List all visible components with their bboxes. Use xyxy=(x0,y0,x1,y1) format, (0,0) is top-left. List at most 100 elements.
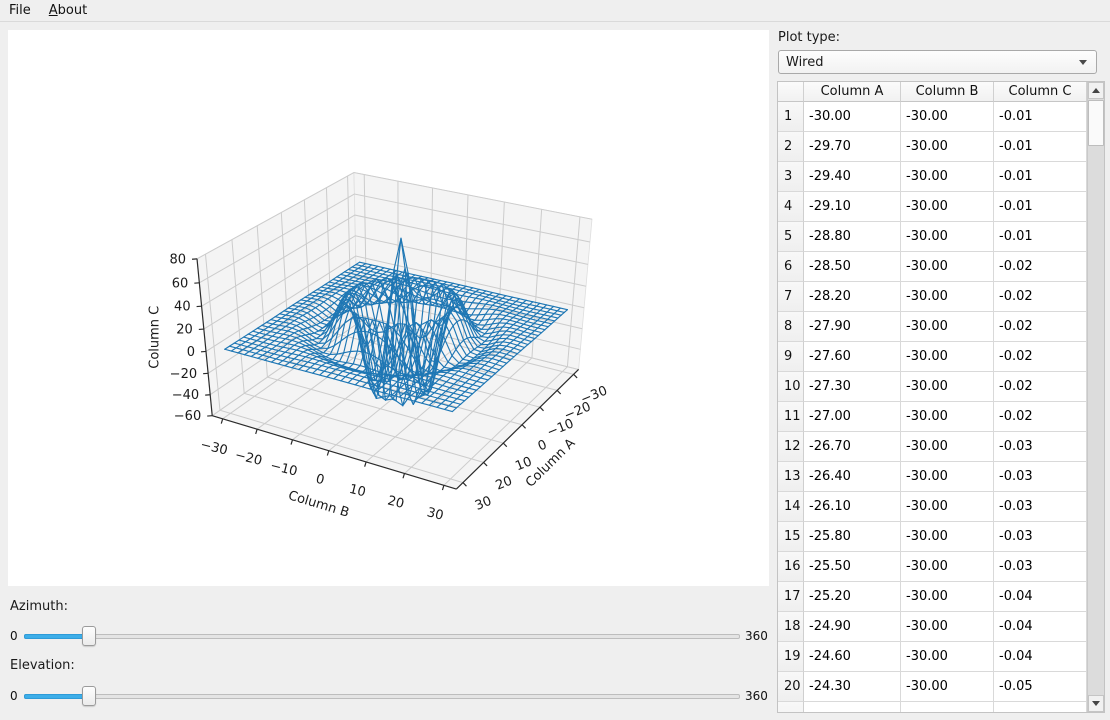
table-header-column-c[interactable]: Column C xyxy=(994,82,1087,102)
table-cell[interactable]: -0.02 xyxy=(994,402,1087,432)
elevation-slider-groove[interactable] xyxy=(24,694,740,699)
row-number[interactable]: 19 xyxy=(778,642,804,672)
table-cell[interactable]: -0.03 xyxy=(994,522,1087,552)
table-cell[interactable]: -0.01 xyxy=(994,192,1087,222)
table-cell[interactable]: -30.00 xyxy=(901,342,994,372)
table-cell[interactable]: -30.00 xyxy=(901,222,994,252)
table-cell[interactable]: -30.00 xyxy=(901,522,994,552)
elevation-slider[interactable] xyxy=(24,686,740,706)
menu-file[interactable]: File xyxy=(0,1,40,20)
table-cell[interactable]: -30.00 xyxy=(901,162,994,192)
table-row[interactable]: 8-27.90-30.00-0.02 xyxy=(778,312,1104,342)
row-number[interactable]: 14 xyxy=(778,492,804,522)
table-row[interactable]: 20-24.30-30.00-0.05 xyxy=(778,672,1104,702)
table-cell[interactable]: -25.50 xyxy=(804,552,901,582)
row-number[interactable]: 13 xyxy=(778,462,804,492)
azimuth-slider-groove[interactable] xyxy=(24,634,740,639)
table-cell[interactable]: -27.00 xyxy=(804,402,901,432)
table-row[interactable]: 19-24.60-30.00-0.04 xyxy=(778,642,1104,672)
table-row[interactable]: 9-27.60-30.00-0.02 xyxy=(778,342,1104,372)
table-cell[interactable]: -0.03 xyxy=(994,462,1087,492)
table-row[interactable]: 16-25.50-30.00-0.03 xyxy=(778,552,1104,582)
table-cell[interactable]: -27.90 xyxy=(804,312,901,342)
table-header-column-a[interactable]: Column A xyxy=(804,82,901,102)
table-cell[interactable]: -0.02 xyxy=(994,342,1087,372)
table-row[interactable]: 7-28.20-30.00-0.02 xyxy=(778,282,1104,312)
row-number[interactable]: 2 xyxy=(778,132,804,162)
table-cell[interactable]: -0.01 xyxy=(994,162,1087,192)
table-cell[interactable]: -26.10 xyxy=(804,492,901,522)
table-cell[interactable]: -30.00 xyxy=(901,312,994,342)
table-cell[interactable]: -30.00 xyxy=(901,552,994,582)
row-number[interactable]: 5 xyxy=(778,222,804,252)
table-cell[interactable]: -30.00 xyxy=(901,462,994,492)
table-cell[interactable]: -0.03 xyxy=(994,492,1087,522)
table-cell[interactable]: -30.00 xyxy=(901,612,994,642)
table-row[interactable]: 15-25.80-30.00-0.03 xyxy=(778,522,1104,552)
table-cell[interactable]: -26.70 xyxy=(804,432,901,462)
azimuth-slider[interactable] xyxy=(24,626,740,646)
table-row[interactable]: 12-26.70-30.00-0.03 xyxy=(778,432,1104,462)
table-cell[interactable]: -29.40 xyxy=(804,162,901,192)
table-cell[interactable]: -30.00 xyxy=(901,132,994,162)
scroll-up-button[interactable] xyxy=(1088,82,1104,99)
table-row[interactable]: 1-30.00-30.00-0.01 xyxy=(778,102,1104,132)
table-row[interactable]: 5-28.80-30.00-0.01 xyxy=(778,222,1104,252)
table-cell[interactable]: -0.04 xyxy=(994,642,1087,672)
table-cell[interactable]: -25.20 xyxy=(804,582,901,612)
table-cell[interactable]: -30.00 xyxy=(901,102,994,132)
row-number[interactable]: 20 xyxy=(778,672,804,702)
table-cell[interactable]: -0.02 xyxy=(994,252,1087,282)
table-cell[interactable]: -24.30 xyxy=(804,672,901,702)
table-cell[interactable]: -0.01 xyxy=(994,132,1087,162)
table-corner-cell[interactable] xyxy=(778,82,804,102)
table-row[interactable]: 13-26.40-30.00-0.03 xyxy=(778,462,1104,492)
row-number[interactable]: 16 xyxy=(778,552,804,582)
table-row[interactable]: 4-29.10-30.00-0.01 xyxy=(778,192,1104,222)
table-cell[interactable]: -30.00 xyxy=(901,282,994,312)
table-cell[interactable]: -30.00 xyxy=(901,192,994,222)
plot-type-select[interactable]: Wired xyxy=(778,50,1097,74)
elevation-slider-handle[interactable] xyxy=(82,686,96,706)
row-number[interactable]: 3 xyxy=(778,162,804,192)
table-cell[interactable]: -0.02 xyxy=(994,282,1087,312)
table-cell[interactable]: -30.00 xyxy=(901,432,994,462)
table-cell[interactable]: -30.00 xyxy=(901,402,994,432)
table-cell[interactable]: -30.00 xyxy=(901,672,994,702)
table-row[interactable]: 6-28.50-30.00-0.02 xyxy=(778,252,1104,282)
row-number[interactable]: 9 xyxy=(778,342,804,372)
table-cell[interactable]: -0.04 xyxy=(994,612,1087,642)
azimuth-slider-handle[interactable] xyxy=(82,626,96,646)
table-cell[interactable]: -0.01 xyxy=(994,222,1087,252)
table-cell[interactable]: -27.60 xyxy=(804,342,901,372)
scrollbar-thumb[interactable] xyxy=(1088,100,1104,146)
table-cell[interactable]: -30.00 xyxy=(901,642,994,672)
table-cell[interactable]: -0.02 xyxy=(994,312,1087,342)
table-cell[interactable]: -0.02 xyxy=(994,372,1087,402)
table-cell[interactable]: -0.01 xyxy=(994,102,1087,132)
scroll-down-button[interactable] xyxy=(1088,695,1104,712)
row-number[interactable]: 17 xyxy=(778,582,804,612)
table-cell[interactable]: -0.05 xyxy=(994,672,1087,702)
menu-about[interactable]: About xyxy=(40,1,96,20)
table-cell[interactable]: -0.03 xyxy=(994,432,1087,462)
table-row[interactable]: 3-29.40-30.00-0.01 xyxy=(778,162,1104,192)
row-number[interactable]: 6 xyxy=(778,252,804,282)
table-row[interactable]: 2-29.70-30.00-0.01 xyxy=(778,132,1104,162)
table-row[interactable]: 11-27.00-30.00-0.02 xyxy=(778,402,1104,432)
table-cell[interactable]: -29.70 xyxy=(804,132,901,162)
table-row[interactable]: 17-25.20-30.00-0.04 xyxy=(778,582,1104,612)
row-number[interactable]: 10 xyxy=(778,372,804,402)
table-cell[interactable]: -29.10 xyxy=(804,192,901,222)
row-number[interactable]: 1 xyxy=(778,102,804,132)
row-number[interactable]: 15 xyxy=(778,522,804,552)
table-cell[interactable]: -0.04 xyxy=(994,582,1087,612)
row-number[interactable]: 4 xyxy=(778,192,804,222)
row-number[interactable]: 8 xyxy=(778,312,804,342)
table-header-column-b[interactable]: Column B xyxy=(901,82,994,102)
table-cell[interactable]: -25.80 xyxy=(804,522,901,552)
table-cell[interactable]: -30.00 xyxy=(901,492,994,522)
table-cell[interactable]: -24.60 xyxy=(804,642,901,672)
row-number[interactable]: 7 xyxy=(778,282,804,312)
table-row[interactable]: 18-24.90-30.00-0.04 xyxy=(778,612,1104,642)
